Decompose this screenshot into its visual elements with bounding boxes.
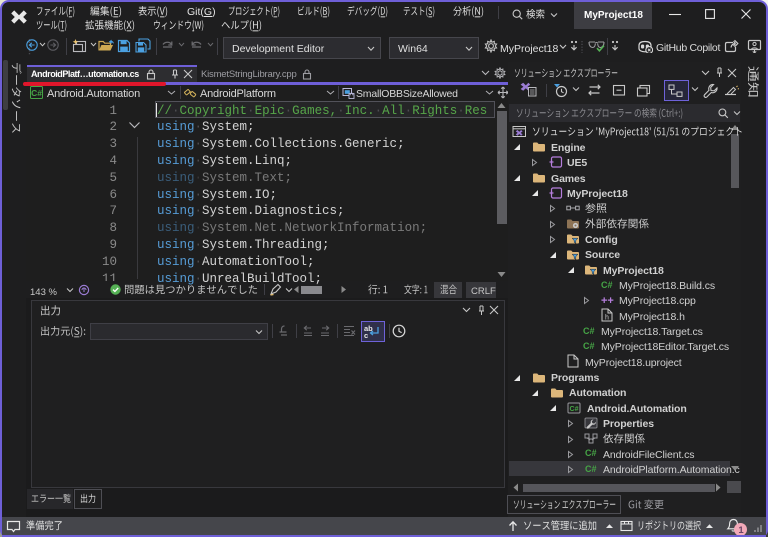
svg-text:C#: C# <box>31 88 42 98</box>
svg-text:c: c <box>364 331 368 339</box>
svg-text:h: h <box>605 315 609 322</box>
svg-text:C#: C# <box>570 406 579 413</box>
